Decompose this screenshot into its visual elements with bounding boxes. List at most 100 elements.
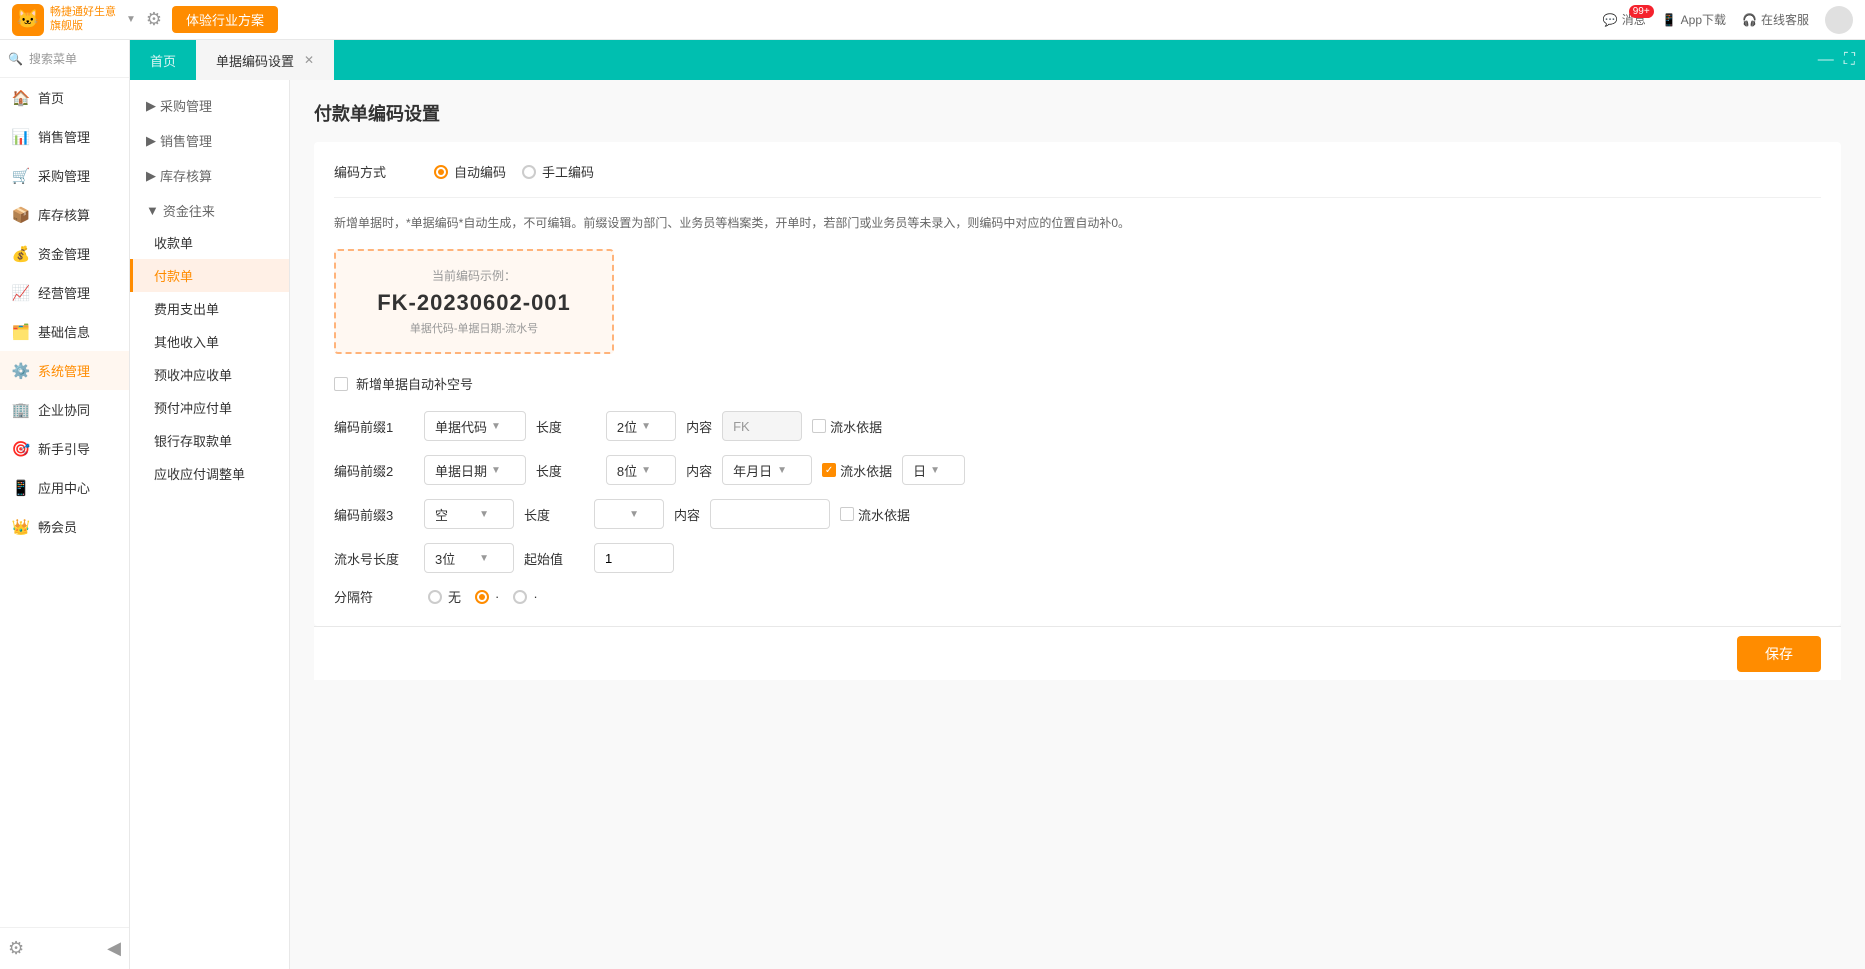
tab-maximize-icon[interactable]: ⛶ <box>1844 51 1855 69</box>
sidebar-item-member[interactable]: 👑 畅会员 <box>0 507 129 546</box>
sub-link-expense[interactable]: 费用支出单 <box>130 292 289 325</box>
sub-sidebar: ▶ 采购管理 ▶ 销售管理 ▶ 库存核算 <box>130 80 290 969</box>
prefix3-row: 编码前缀3 空 ▼ 长度 ▼ 内容 <box>334 499 1821 529</box>
start-value-input[interactable] <box>594 543 674 573</box>
prefix3-content-label: 内容 <box>674 505 700 524</box>
prefix1-serial-box[interactable] <box>812 419 826 433</box>
message-button[interactable]: 💬 消息 99+ <box>1603 11 1646 28</box>
sub-link-advance-receivable[interactable]: 预收冲应收单 <box>130 358 289 391</box>
prefix3-select[interactable]: 空 ▼ <box>424 499 514 529</box>
sub-group-finance-title[interactable]: ▼ 资金往来 <box>130 195 289 226</box>
sub-group-sales-title[interactable]: ▶ 销售管理 <box>130 125 289 156</box>
tab-close-icon[interactable]: ✕ <box>304 53 314 67</box>
manual-code-radio[interactable]: 手工编码 <box>522 162 594 181</box>
tab-home[interactable]: 首页 <box>130 40 196 80</box>
prefix2-period-arrow-icon: ▼ <box>930 465 940 476</box>
main-panel: 付款单编码设置 编码方式 自动编码 手工编码 <box>290 80 1865 969</box>
sidebar-item-base[interactable]: 🗂️ 基础信息 <box>0 312 129 351</box>
prefix2-serial-box-checked[interactable]: ✓ <box>822 463 836 477</box>
guide-icon: 🎯 <box>12 440 30 458</box>
top-bar-left: 🐱 畅捷通好生意 旗舰版 ▼ ⚙ 体验行业方案 <box>12 4 278 36</box>
prefix2-serial-checkbox[interactable]: ✓ 流水依据 <box>822 461 892 480</box>
chevron-right-icon: ▶ <box>146 98 156 114</box>
sub-link-other-income[interactable]: 其他收入单 <box>130 325 289 358</box>
separator-label: 分隔符 <box>334 587 414 606</box>
prefix1-serial-checkbox[interactable]: 流水依据 <box>812 417 882 436</box>
app-logo: 🐱 畅捷通好生意 旗舰版 <box>12 4 116 36</box>
prefix1-content-input[interactable] <box>722 411 802 441</box>
auto-fill-row: 新增单据自动补空号 <box>334 374 1821 393</box>
sep-none-radio[interactable]: 无 <box>428 587 461 606</box>
prefix3-serial-box[interactable] <box>840 507 854 521</box>
auto-code-radio[interactable]: 自动编码 <box>434 162 506 181</box>
prefix1-select[interactable]: 单据代码 ▼ <box>424 411 526 441</box>
page-title: 付款单编码设置 <box>314 100 1841 126</box>
app-download-button[interactable]: 📱 App下载 <box>1662 11 1726 28</box>
top-bar: 🐱 畅捷通好生意 旗舰版 ▼ ⚙ 体验行业方案 💬 消息 99+ 📱 App下载… <box>0 0 1865 40</box>
tab-bar-actions: — ⛶ <box>1818 51 1865 69</box>
settings-footer-icon[interactable]: ⚙ <box>8 938 24 959</box>
sidebar-item-home[interactable]: 🏠 首页 <box>0 78 129 117</box>
sub-link-advance-payable[interactable]: 预付冲应付单 <box>130 391 289 424</box>
service-icon: 🎧 <box>1742 13 1757 27</box>
prefix2-select[interactable]: 单据日期 ▼ <box>424 455 526 485</box>
trial-button[interactable]: 体验行业方案 <box>172 6 278 33</box>
sidebar-item-operation[interactable]: 📈 经营管理 <box>0 273 129 312</box>
auto-fill-label: 新增单据自动补空号 <box>356 374 473 393</box>
preview-hint: 单据代码-单据日期-流水号 <box>410 320 538 336</box>
sub-group-inventory-title[interactable]: ▶ 库存核算 <box>130 160 289 191</box>
sub-link-bank-deposit[interactable]: 银行存取款单 <box>130 424 289 457</box>
sidebar-item-newguide[interactable]: 🎯 新手引导 <box>0 429 129 468</box>
prefix3-content-input[interactable] <box>710 499 830 529</box>
prefix2-length-select[interactable]: 8位 ▼ <box>606 455 676 485</box>
prefix3-arrow-icon: ▼ <box>479 509 489 520</box>
prefix3-length-label: 长度 <box>524 505 584 524</box>
serial-length-select[interactable]: 3位 ▼ <box>424 543 514 573</box>
member-icon: 👑 <box>12 518 30 536</box>
sidebar-search[interactable]: 🔍 搜索菜单 <box>0 40 129 78</box>
sep-dash-radio-circle <box>475 590 489 604</box>
search-icon: 🔍 <box>8 52 23 66</box>
auto-fill-checkbox[interactable] <box>334 377 348 391</box>
prefix3-length-select[interactable]: ▼ <box>594 499 664 529</box>
prefix2-content-label: 内容 <box>686 461 712 480</box>
app-center-icon: 📱 <box>12 479 30 497</box>
sub-link-receipt[interactable]: 收款单 <box>130 226 289 259</box>
sidebar-item-finance[interactable]: 💰 资金管理 <box>0 234 129 273</box>
sidebar-item-appcenter[interactable]: 📱 应用中心 <box>0 468 129 507</box>
encoding-method-label: 编码方式 <box>334 162 414 181</box>
sub-link-receivable-payable[interactable]: 应收应付调整单 <box>130 457 289 490</box>
sub-group-purchase-title[interactable]: ▶ 采购管理 <box>130 90 289 121</box>
download-icon: 📱 <box>1662 13 1677 27</box>
sub-link-payment[interactable]: 付款单 <box>130 259 289 292</box>
tab-minimize-icon[interactable]: — <box>1818 51 1834 69</box>
sidebar-item-system[interactable]: ⚙️ 系统管理 <box>0 351 129 390</box>
collapse-icon[interactable]: ◀ <box>107 938 121 959</box>
tab-serial-code[interactable]: 单据编码设置 ✕ <box>196 40 334 80</box>
user-avatar[interactable] <box>1825 6 1853 34</box>
inventory-icon: 📦 <box>12 206 30 224</box>
sidebar-item-enterprise[interactable]: 🏢 企业协同 <box>0 390 129 429</box>
prefix2-period-select[interactable]: 日 ▼ <box>902 455 965 485</box>
prefix1-content-label: 内容 <box>686 417 712 436</box>
prefix2-length-arrow-icon: ▼ <box>641 465 651 476</box>
logo-dropdown-icon[interactable]: ▼ <box>126 14 136 25</box>
sidebar-item-inventory[interactable]: 📦 库存核算 <box>0 195 129 234</box>
sidebar-item-sales[interactable]: 📊 销售管理 <box>0 117 129 156</box>
sep-dot-radio[interactable]: · <box>513 589 537 604</box>
sub-group-inventory: ▶ 库存核算 <box>130 160 289 191</box>
prefix1-length-select[interactable]: 2位 ▼ <box>606 411 676 441</box>
prefix3-serial-checkbox[interactable]: 流水依据 <box>840 505 910 524</box>
sub-group-finance: ▼ 资金往来 收款单 付款单 费用支出单 其他收入单 预收冲应收单 预付冲应付单… <box>130 195 289 490</box>
sep-dash-radio[interactable]: · <box>475 589 499 604</box>
save-button[interactable]: 保存 <box>1737 636 1821 672</box>
prefix2-row: 编码前缀2 单据日期 ▼ 长度 8位 ▼ 内容 年月日 <box>334 455 1821 485</box>
settings-icon[interactable]: ⚙ <box>146 9 162 30</box>
online-service-button[interactable]: 🎧 在线客服 <box>1742 11 1809 28</box>
bottom-bar: 保存 <box>314 626 1841 680</box>
encoding-radio-group: 自动编码 手工编码 <box>434 162 594 181</box>
prefix2-content-select[interactable]: 年月日 ▼ <box>722 455 812 485</box>
auto-code-radio-circle <box>434 165 448 179</box>
sidebar-item-purchase[interactable]: 🛒 采购管理 <box>0 156 129 195</box>
prefix1-arrow-icon: ▼ <box>491 421 501 432</box>
